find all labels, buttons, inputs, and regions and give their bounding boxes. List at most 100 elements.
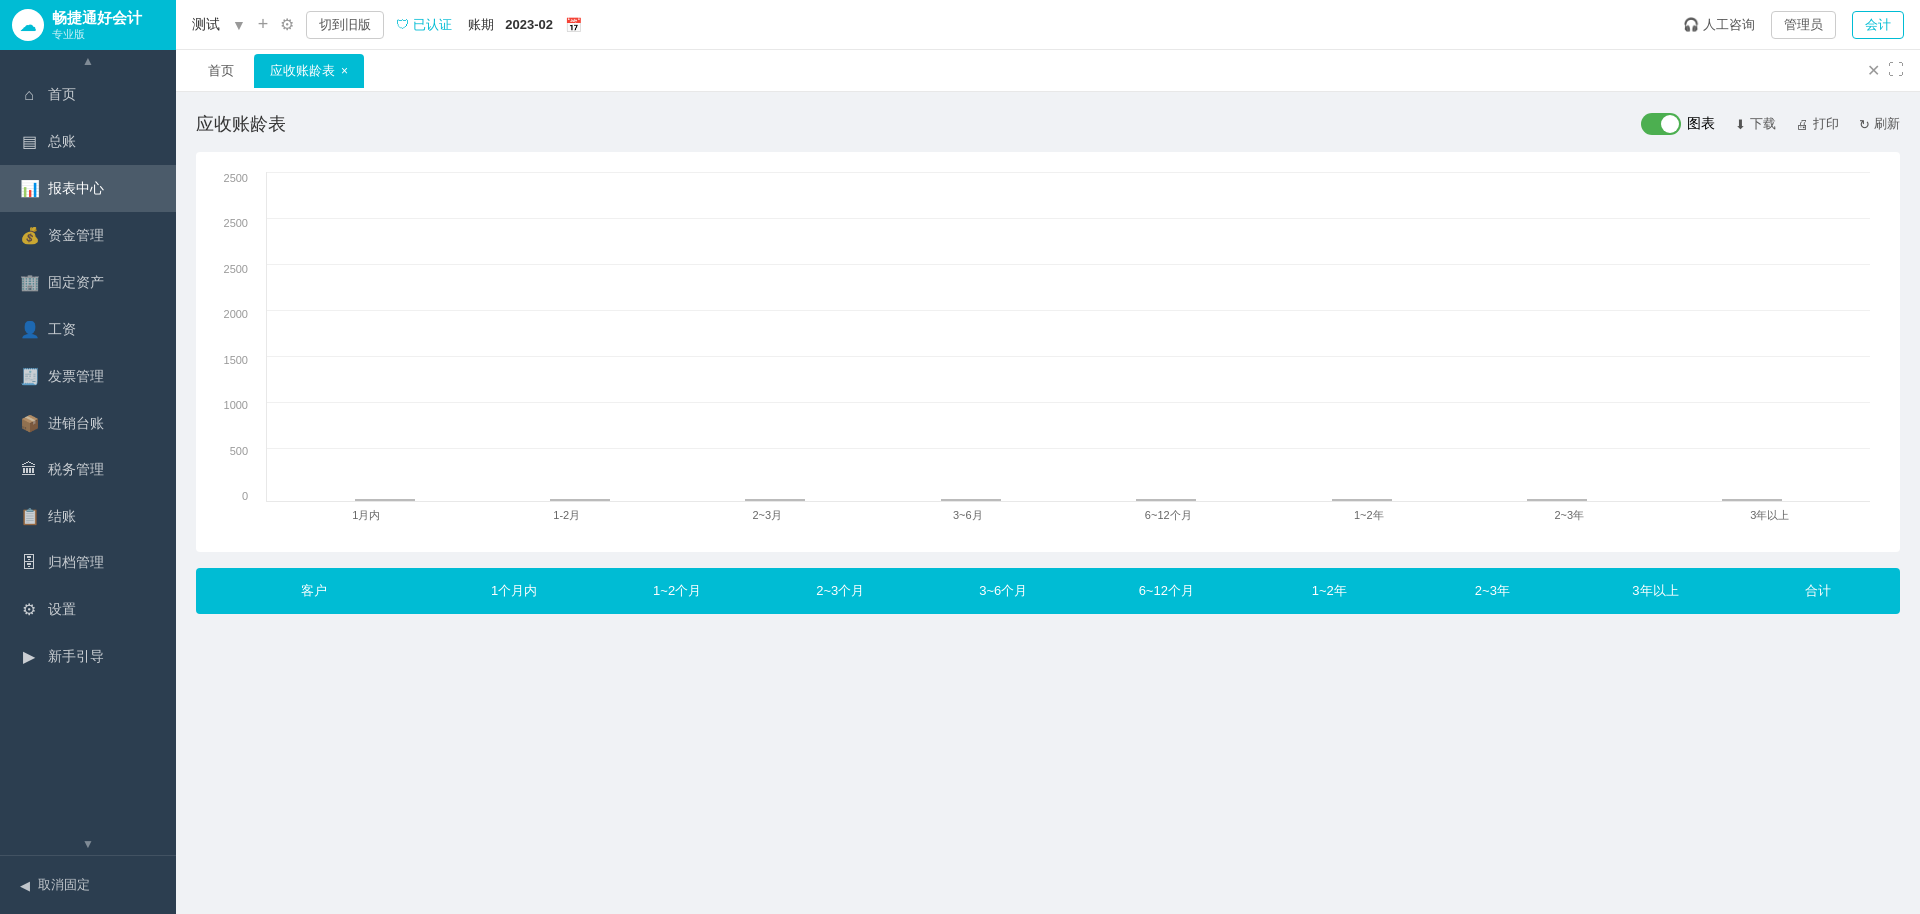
sidebar-item-ledger[interactable]: ▤ 总账 bbox=[0, 118, 176, 165]
workspace-settings-icon[interactable]: ⚙ bbox=[280, 15, 294, 34]
table-header-3-6m: 3~6个月 bbox=[922, 568, 1085, 614]
fund-icon: 💰 bbox=[20, 226, 38, 245]
sidebar-item-assets[interactable]: 🏢 固定资产 bbox=[0, 259, 176, 306]
table-header-6-12m: 6~12个月 bbox=[1085, 568, 1248, 614]
certified-badge: 🛡 已认证 bbox=[396, 16, 452, 34]
y-label-2500c: 2500 bbox=[216, 263, 256, 275]
tab-home[interactable]: 首页 bbox=[192, 54, 250, 88]
admin-button[interactable]: 管理员 bbox=[1771, 11, 1836, 39]
bar-group-3y-plus bbox=[1655, 499, 1850, 501]
unpin-button[interactable]: ◀ 取消固定 bbox=[0, 866, 176, 904]
topbar-right-actions: 🎧 人工咨询 管理员 会计 bbox=[1683, 11, 1904, 39]
payroll-icon: 👤 bbox=[20, 320, 38, 339]
bar-2-3m bbox=[745, 499, 805, 501]
x-label-3-6m: 3~6月 bbox=[868, 502, 1069, 532]
bar-6-12m bbox=[1136, 499, 1196, 501]
table-header-2-3y: 2~3年 bbox=[1411, 568, 1574, 614]
sidebar-item-payroll[interactable]: 👤 工资 bbox=[0, 306, 176, 353]
archive-icon: 🗄 bbox=[20, 554, 38, 572]
guide-icon: ▶ bbox=[20, 647, 38, 666]
bar-group-2-3m bbox=[678, 499, 873, 501]
app-edition: 专业版 bbox=[52, 27, 142, 42]
period-value: 2023-02 bbox=[505, 17, 553, 32]
print-icon: 🖨 bbox=[1796, 117, 1809, 132]
scroll-up-arrow[interactable]: ▲ bbox=[0, 50, 176, 72]
sidebar: ☁ 畅捷通好会计 专业版 ▲ ⌂ 首页 ▤ 总账 📊 报表中心 💰 bbox=[0, 0, 176, 914]
app-logo-icon: ☁ bbox=[12, 9, 44, 41]
shield-icon: 🛡 bbox=[396, 17, 409, 32]
app-name: 畅捷通好会计 bbox=[52, 9, 142, 27]
report-actions: 图表 ⬇ 下载 🖨 打印 ↻ 刷新 bbox=[1641, 113, 1900, 135]
main-area: 测试 ▼ + ⚙ 切到旧版 🛡 已认证 账期 2023-02 📅 🎧 人工咨询 bbox=[176, 0, 1920, 914]
report-header: 应收账龄表 图表 ⬇ 下载 🖨 打印 bbox=[196, 112, 1900, 136]
table-container: 客户 1个月内 1~2个月 2~3个月 3~6个月 6~12个月 1~2年 2~… bbox=[196, 568, 1900, 614]
table-header-1-2y: 1~2年 bbox=[1248, 568, 1411, 614]
headset-icon: 🎧 bbox=[1683, 17, 1699, 32]
sidebar-item-fund[interactable]: 💰 资金管理 bbox=[0, 212, 176, 259]
old-version-button[interactable]: 切到旧版 bbox=[306, 11, 384, 39]
workspace-dropdown[interactable]: ▼ bbox=[232, 17, 246, 33]
chart-area: 2500 2500 2500 2000 1500 1000 500 0 bbox=[216, 172, 1880, 532]
sidebar-item-home[interactable]: ⌂ 首页 bbox=[0, 72, 176, 118]
bar-1m bbox=[355, 499, 415, 501]
sidebar-item-settings[interactable]: ⚙ 设置 bbox=[0, 586, 176, 633]
calendar-icon[interactable]: 📅 bbox=[565, 17, 582, 33]
tab-close-window-btn[interactable]: ✕ bbox=[1867, 61, 1880, 80]
x-label-2-3y: 2~3年 bbox=[1469, 502, 1670, 532]
workspace-name: 测试 bbox=[192, 16, 220, 34]
tabbar-right: ✕ ⛶ bbox=[1867, 61, 1904, 80]
chart-toggle[interactable] bbox=[1641, 113, 1681, 135]
chart-container: 2500 2500 2500 2000 1500 1000 500 0 bbox=[196, 152, 1900, 552]
ledger-icon: ▤ bbox=[20, 132, 38, 151]
tab-expand-btn[interactable]: ⛶ bbox=[1888, 61, 1904, 80]
table-header-1-2m: 1~2个月 bbox=[596, 568, 759, 614]
sidebar-item-archive[interactable]: 🗄 归档管理 bbox=[0, 540, 176, 586]
download-icon: ⬇ bbox=[1735, 117, 1746, 132]
tab-close-icon[interactable]: × bbox=[341, 64, 348, 78]
x-label-6-12m: 6~12个月 bbox=[1068, 502, 1269, 532]
report-title: 应收账龄表 bbox=[196, 112, 286, 136]
download-button[interactable]: ⬇ 下载 bbox=[1735, 115, 1776, 133]
scroll-down-arrow[interactable]: ▼ bbox=[0, 833, 176, 855]
x-label-3y-plus: 3年以上 bbox=[1670, 502, 1871, 532]
x-label-2-3m: 2~3月 bbox=[667, 502, 868, 532]
bar-group-6-12m bbox=[1069, 499, 1264, 501]
table-header-2-3m: 2~3个月 bbox=[759, 568, 922, 614]
sidebar-nav: ⌂ 首页 ▤ 总账 📊 报表中心 💰 资金管理 🏢 固定资产 👤 工资 bbox=[0, 72, 176, 833]
x-label-1m: 1月内 bbox=[266, 502, 467, 532]
accountant-button[interactable]: 会计 bbox=[1852, 11, 1904, 39]
print-button[interactable]: 🖨 打印 bbox=[1796, 115, 1839, 133]
sidebar-item-tax[interactable]: 🏛 税务管理 bbox=[0, 447, 176, 493]
table-header-customer: 客户 bbox=[196, 568, 433, 614]
y-label-2500b: 2500 bbox=[216, 217, 256, 229]
toggle-knob bbox=[1661, 115, 1679, 133]
y-label-500: 500 bbox=[216, 445, 256, 457]
period-label: 账期 2023-02 bbox=[468, 16, 553, 34]
tab-aging[interactable]: 应收账龄表 × bbox=[254, 54, 364, 88]
tab-home-label: 首页 bbox=[208, 62, 234, 80]
sidebar-item-sales[interactable]: 📦 进销台账 bbox=[0, 400, 176, 447]
sidebar-item-invoice[interactable]: 🧾 发票管理 bbox=[0, 353, 176, 400]
tabbar: 首页 应收账龄表 × ✕ ⛶ bbox=[176, 50, 1920, 92]
sidebar-item-close[interactable]: 📋 结账 bbox=[0, 493, 176, 540]
add-workspace-btn[interactable]: + bbox=[258, 14, 269, 35]
help-button[interactable]: 🎧 人工咨询 bbox=[1683, 16, 1755, 34]
table-header-3y-plus: 3年以上 bbox=[1574, 568, 1737, 614]
bar-1-2y bbox=[1332, 499, 1392, 501]
refresh-button[interactable]: ↻ 刷新 bbox=[1859, 115, 1900, 133]
invoice-icon: 🧾 bbox=[20, 367, 38, 386]
assets-icon: 🏢 bbox=[20, 273, 38, 292]
sales-icon: 📦 bbox=[20, 414, 38, 433]
sidebar-item-guide[interactable]: ▶ 新手引导 bbox=[0, 633, 176, 680]
chart-bars bbox=[267, 172, 1870, 501]
chart-y-axis: 2500 2500 2500 2000 1500 1000 500 0 bbox=[216, 172, 256, 502]
y-label-1500: 1500 bbox=[216, 354, 256, 366]
x-label-1-2y: 1~2年 bbox=[1269, 502, 1470, 532]
tab-aging-label: 应收账龄表 bbox=[270, 62, 335, 80]
bar-1-2m bbox=[550, 499, 610, 501]
sidebar-item-report[interactable]: 📊 报表中心 bbox=[0, 165, 176, 212]
home-icon: ⌂ bbox=[20, 86, 38, 104]
sidebar-logo: ☁ 畅捷通好会计 专业版 bbox=[0, 0, 176, 50]
chart-x-labels: 1月内 1-2月 2~3月 3~6月 6~12个月 1~2年 2~3年 3年以上 bbox=[266, 502, 1870, 532]
chart-plot bbox=[266, 172, 1870, 502]
